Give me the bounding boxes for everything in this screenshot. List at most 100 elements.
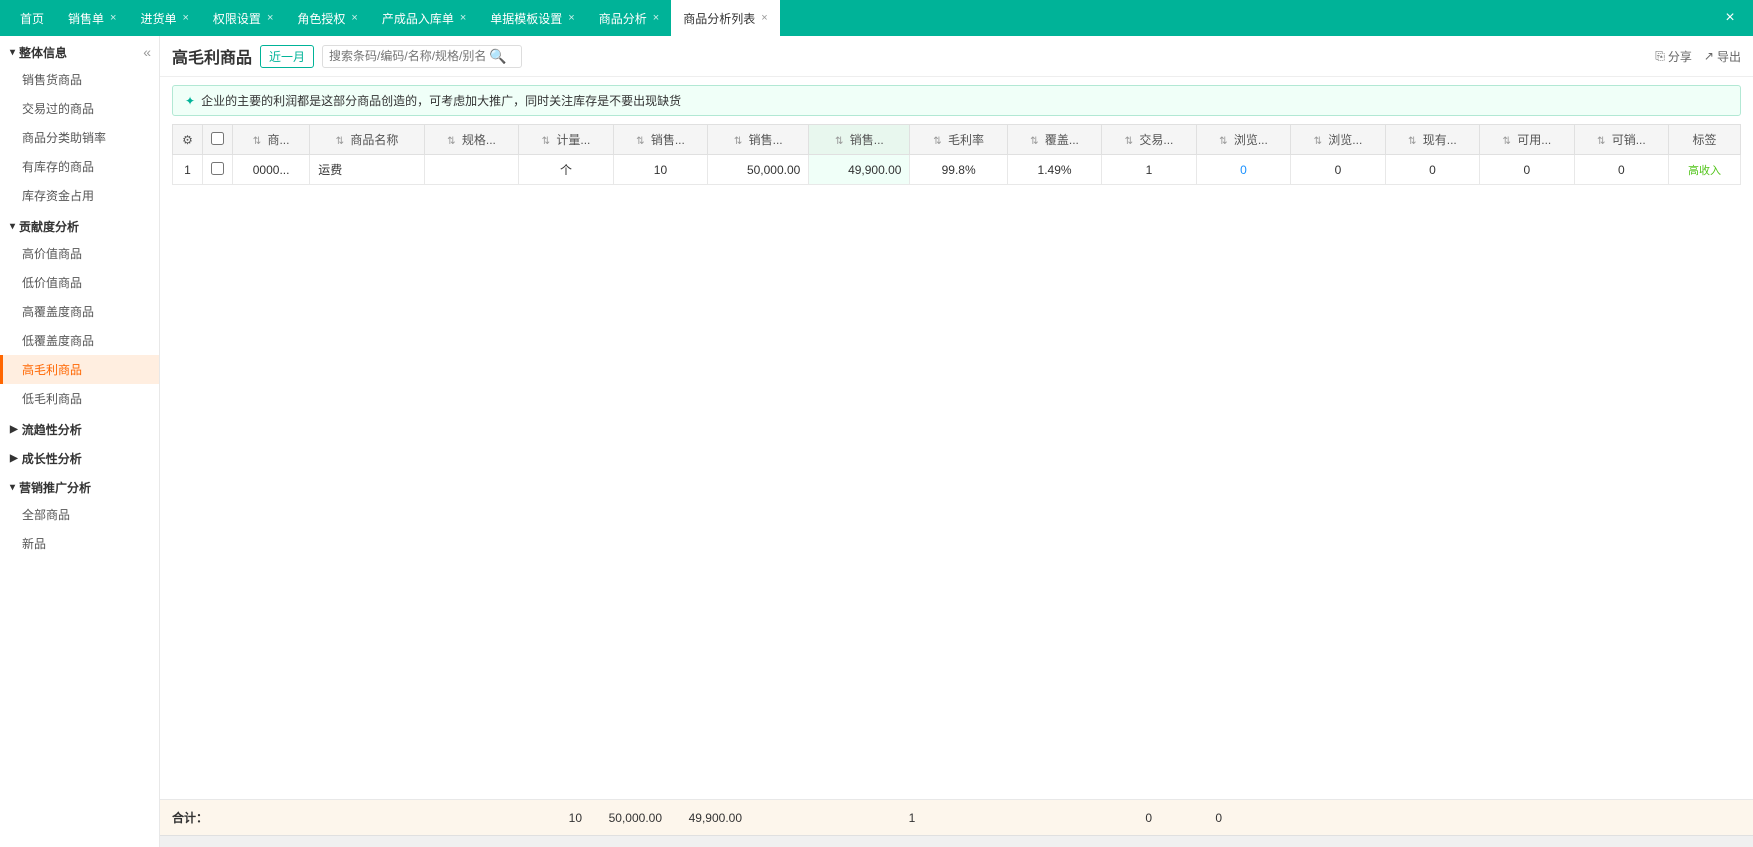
nav-sales-label: 销售单 [68, 10, 104, 27]
col-stock1[interactable]: ⇅ 现有... [1385, 125, 1479, 155]
nav-sales-close[interactable]: × [110, 12, 116, 24]
settings-icon[interactable]: ⚙ [182, 133, 193, 147]
header-actions: ⎘ 分享 ↗ 导出 [1655, 48, 1741, 65]
sidebar-item-high-margin[interactable]: 高毛利商品 [0, 355, 159, 384]
sidebar-item-low-margin[interactable]: 低毛利商品 [0, 384, 159, 413]
close-all-button[interactable]: × [1715, 3, 1745, 33]
info-banner-text: 企业的主要的利润都是这部分商品创造的，可考虑加大推广，同时关注库存是不要出现缺货 [201, 92, 681, 109]
nav-sales[interactable]: 销售单 × [56, 0, 128, 36]
sidebar-item-high-coverage[interactable]: 高覆盖度商品 [0, 297, 159, 326]
sidebar-item-in-stock[interactable]: 有库存的商品 [0, 152, 159, 181]
col-sales1-label: 销售... [651, 133, 685, 147]
sort-icon-sales1: ⇅ [636, 136, 644, 147]
sidebar-item-high-value[interactable]: 高价值商品 [0, 239, 159, 268]
sidebar-item-new-goods[interactable]: 新品 [0, 529, 159, 558]
nav-finished-goods-close[interactable]: × [460, 12, 466, 24]
sort-icon-cov: ⇅ [1030, 136, 1038, 147]
nav-permissions-close[interactable]: × [267, 12, 273, 24]
sidebar-group-contribution[interactable]: ▾ 贡献度分析 [0, 210, 159, 239]
nav-goods-analysis[interactable]: 商品分析 × [587, 0, 671, 36]
cell-stock2: 0 [1480, 155, 1574, 185]
sidebar-group-marketing[interactable]: ▾ 营销推广分析 [0, 471, 159, 500]
browse1-link[interactable]: 0 [1240, 163, 1247, 177]
col-tag-label: 标签 [1693, 133, 1717, 147]
sidebar-item-category-rate[interactable]: 商品分类助销率 [0, 123, 159, 152]
sidebar-group-trend-label: 流趋性分析 [22, 421, 82, 438]
export-button[interactable]: ↗ 导出 [1704, 48, 1741, 65]
info-icon: ✦ [185, 94, 195, 108]
col-coverage-label: 覆盖... [1045, 133, 1079, 147]
nav-template-close[interactable]: × [568, 12, 574, 24]
nav-permissions[interactable]: 权限设置 × [201, 0, 285, 36]
col-stock2[interactable]: ⇅ 可用... [1480, 125, 1574, 155]
col-unit[interactable]: ⇅ 计量... [519, 125, 613, 155]
sidebar-group-marketing-label: 营销推广分析 [19, 479, 91, 496]
sidebar-item-low-coverage[interactable]: 低覆盖度商品 [0, 326, 159, 355]
table-container[interactable]: ⚙ ⇅ 商... ⇅ 商品名称 [160, 124, 1753, 799]
col-tag[interactable]: 标签 [1669, 125, 1741, 155]
sidebar-group-overall[interactable]: ▾ 整体信息 [0, 36, 159, 65]
nav-goods-analysis-close[interactable]: × [653, 12, 659, 24]
sort-icon-trans: ⇅ [1125, 136, 1133, 147]
sidebar-item-stock-capital[interactable]: 库存资金占用 [0, 181, 159, 210]
nav-permissions-label: 权限设置 [213, 10, 261, 27]
footer-totals: 合计： 10 50,000.00 49,900.00 1 0 0 [160, 799, 1753, 835]
cell-transactions: 1 [1102, 155, 1196, 185]
col-transactions[interactable]: ⇅ 交易... [1102, 125, 1196, 155]
arrow-down-icon: ▾ [10, 47, 15, 58]
nav-home[interactable]: 首页 [8, 0, 56, 36]
col-browse2[interactable]: ⇅ 浏览... [1291, 125, 1385, 155]
col-spec[interactable]: ⇅ 规格... [424, 125, 518, 155]
filter-recent-month[interactable]: 近一月 [260, 45, 314, 68]
arrow-right-icon-2: ▶ [10, 453, 18, 464]
col-code[interactable]: ⇅ 商... [233, 125, 310, 155]
cell-stock1: 0 [1385, 155, 1479, 185]
nav-roles-close[interactable]: × [351, 12, 357, 24]
horizontal-scrollbar[interactable] [160, 835, 1753, 847]
search-icon[interactable]: 🔍 [489, 48, 506, 65]
search-input[interactable] [329, 49, 489, 63]
col-coverage[interactable]: ⇅ 覆盖... [1007, 125, 1101, 155]
export-label: 导出 [1717, 48, 1741, 65]
sidebar-group-growth[interactable]: ▶ 成长性分析 [0, 442, 159, 471]
sidebar-item-sales-goods[interactable]: 销售货商品 [0, 65, 159, 94]
sidebar-item-all-goods[interactable]: 全部商品 [0, 500, 159, 529]
share-button[interactable]: ⎘ 分享 [1655, 48, 1692, 65]
nav-purchase[interactable]: 进货单 × [128, 0, 200, 36]
sidebar-group-trend[interactable]: ▶ 流趋性分析 [0, 413, 159, 442]
col-stock3[interactable]: ⇅ 可销... [1574, 125, 1668, 155]
nav-finished-goods-label: 产成品入库单 [382, 10, 454, 27]
row-checkbox[interactable] [211, 162, 224, 175]
cell-checkbox[interactable] [203, 155, 233, 185]
cell-browse1[interactable]: 0 [1196, 155, 1290, 185]
col-sales2[interactable]: ⇅ 销售... [708, 125, 809, 155]
cell-stock3: 0 [1574, 155, 1668, 185]
nav-roles[interactable]: 角色授权 × [285, 0, 369, 36]
col-transactions-label: 交易... [1139, 133, 1173, 147]
cell-gross-rate: 99.8% [910, 155, 1007, 185]
select-all-checkbox[interactable] [211, 132, 224, 145]
col-sales3[interactable]: ⇅ 销售... [809, 125, 910, 155]
nav-finished-goods[interactable]: 产成品入库单 × [370, 0, 478, 36]
sidebar-collapse-button[interactable]: « [143, 44, 151, 60]
nav-purchase-label: 进货单 [140, 10, 176, 27]
sort-icon-stock3: ⇅ [1597, 136, 1605, 147]
cell-spec [424, 155, 518, 185]
col-browse1-label: 浏览... [1234, 133, 1268, 147]
arrow-right-icon: ▶ [10, 424, 18, 435]
col-browse1[interactable]: ⇅ 浏览... [1196, 125, 1290, 155]
col-checkbox[interactable] [203, 125, 233, 155]
sidebar: « ▾ 整体信息 销售货商品 交易过的商品 商品分类助销率 有库存的商品 库存资… [0, 36, 160, 847]
footer-sales2: 50,000.00 [582, 811, 662, 825]
col-gross-rate[interactable]: ⇅ 毛利率 [910, 125, 1007, 155]
export-icon: ↗ [1704, 49, 1714, 63]
col-name[interactable]: ⇅ 商品名称 [310, 125, 425, 155]
col-sales1[interactable]: ⇅ 销售... [613, 125, 707, 155]
sidebar-item-low-value[interactable]: 低价值商品 [0, 268, 159, 297]
col-settings[interactable]: ⚙ [173, 125, 203, 155]
nav-template[interactable]: 单据模板设置 × [478, 0, 586, 36]
sidebar-item-traded-goods[interactable]: 交易过的商品 [0, 94, 159, 123]
nav-purchase-close[interactable]: × [182, 12, 188, 24]
nav-goods-analysis-list-close[interactable]: × [761, 12, 767, 24]
nav-goods-analysis-list[interactable]: 商品分析列表 × [671, 0, 779, 36]
